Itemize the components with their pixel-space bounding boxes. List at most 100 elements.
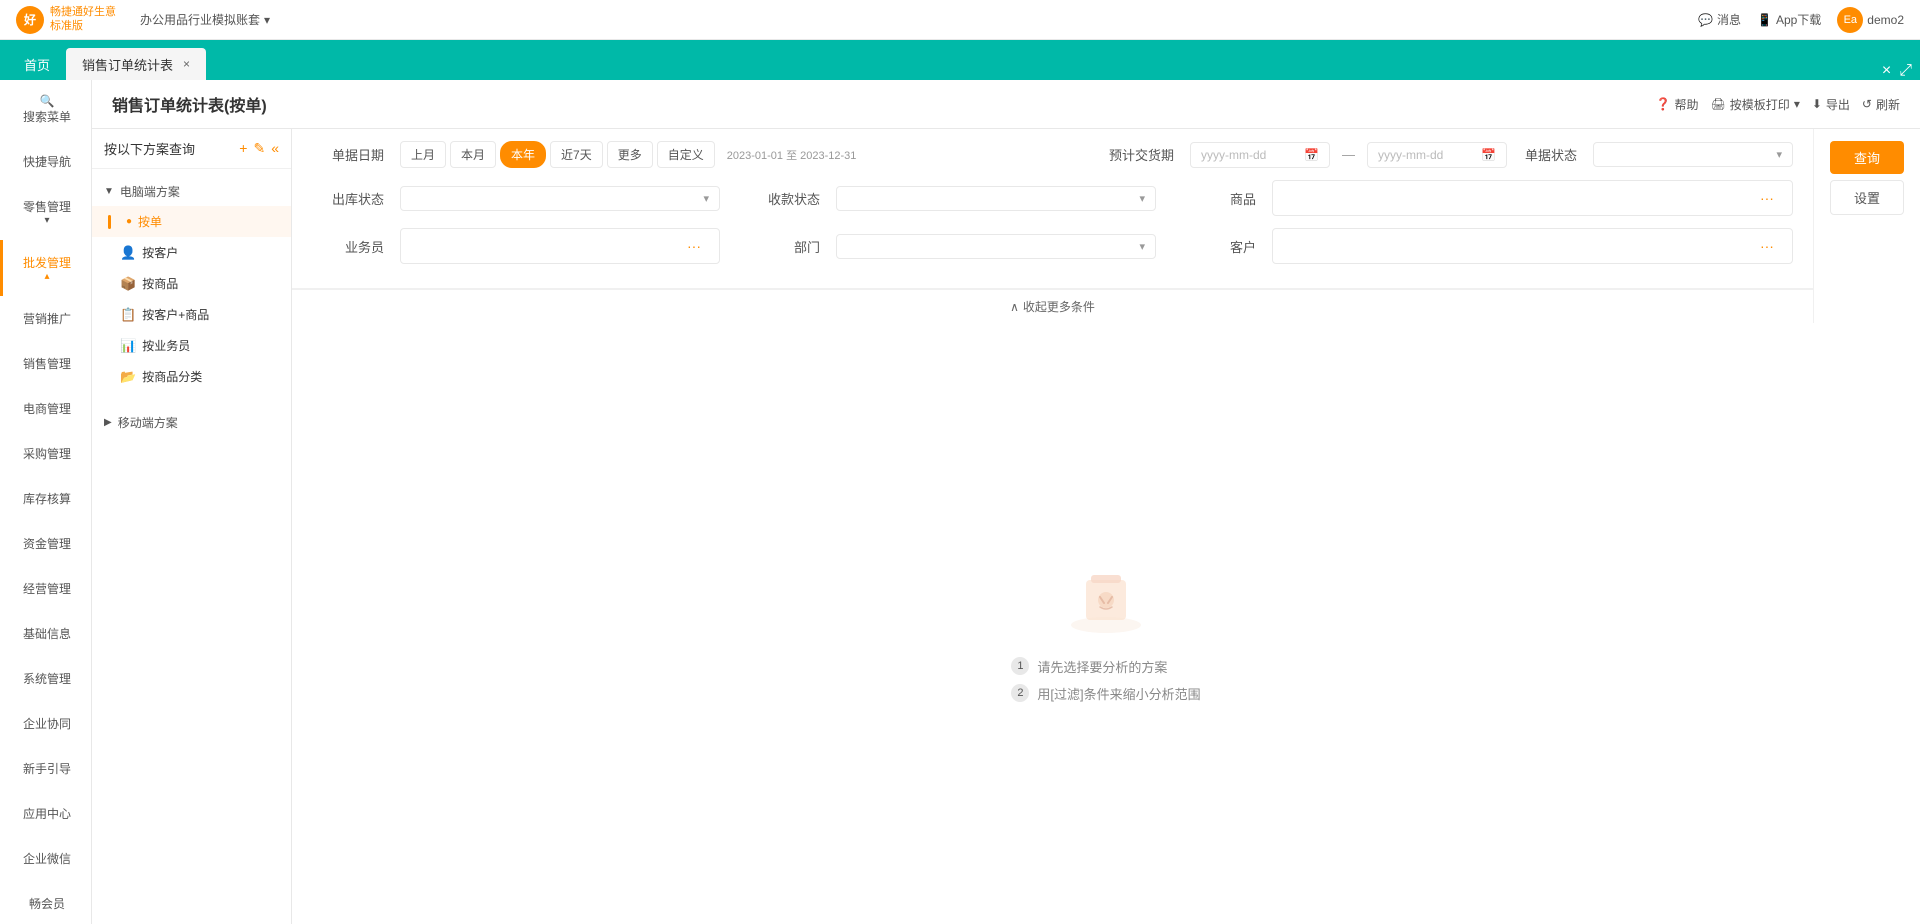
avatar: Ea xyxy=(1837,7,1863,33)
top-bar: 好 畅捷通好生意 标准版 办公用品行业模拟账套 ▾ 💬 消息 📱 App下载 E… xyxy=(0,0,1920,40)
salesperson-input[interactable]: ··· xyxy=(400,228,720,264)
sidebar-item-search[interactable]: 🔍 搜索菜单 xyxy=(0,80,91,139)
scheme-item-by-customer[interactable]: 👤 按客户 xyxy=(92,237,291,268)
scheme-item-by-salesperson[interactable]: 📊 按业务员 xyxy=(92,330,291,361)
sidebar-item-system[interactable]: 系统管理 xyxy=(0,656,91,701)
add-scheme-button[interactable]: + xyxy=(239,140,247,157)
logo-area: 好 畅捷通好生意 标准版 xyxy=(16,6,116,34)
sidebar-item-marketing[interactable]: 营销推广 xyxy=(0,296,91,341)
category-scheme-icon: 📂 xyxy=(120,369,136,385)
sidebar-item-retail[interactable]: 零售管理 ▾ xyxy=(0,184,91,240)
chevron-down-icon: ▾ xyxy=(1794,97,1800,111)
empty-tip-2: 2 用[过滤]条件来缩小分析范围 xyxy=(1011,684,1200,703)
mobile-section-arrow: ▶ xyxy=(104,417,112,428)
filter-inputs-area: 单据日期 上月 本月 本年 近7天 更多 自定义 2023-01-01 至 20… xyxy=(292,129,1813,323)
page-actions: ❓ 帮助 🖨 按模板打印 ▾ ⬇ 导出 ↺ 刷新 xyxy=(1656,96,1900,125)
top-bar-right: 💬 消息 📱 App下载 Ea demo2 xyxy=(1698,7,1904,33)
sidebar-item-purchase[interactable]: 采购管理 xyxy=(0,431,91,476)
message-button[interactable]: 💬 消息 xyxy=(1698,11,1741,28)
query-button[interactable]: 查询 xyxy=(1830,141,1904,174)
sidebar-item-wechat[interactable]: 企业微信 xyxy=(0,836,91,881)
app-download-button[interactable]: 📱 App下载 xyxy=(1757,11,1821,28)
export-button[interactable]: ⬇ 导出 xyxy=(1812,96,1850,113)
tab-sales-order-stats[interactable]: 销售订单统计表 × xyxy=(66,48,206,80)
tip-num-1: 1 xyxy=(1011,657,1029,675)
calendar-icon: 📅 xyxy=(1304,148,1319,162)
scheme-panel: 按以下方案查询 + ✎ « ▼ 电脑端方案 ● 按单 xyxy=(92,129,292,924)
sidebar: 🔍 搜索菜单 快捷导航 零售管理 ▾ 批发管理 ▴ 营销推广 销售管理 电商管理… xyxy=(0,80,92,924)
shipping-select[interactable]: ▾ xyxy=(400,186,720,211)
export-icon: ⬇ xyxy=(1812,97,1822,111)
sidebar-item-corp[interactable]: 企业协同 xyxy=(0,701,91,746)
print-button[interactable]: 🖨 按模板打印 ▾ xyxy=(1711,96,1800,113)
pc-section-header[interactable]: ▼ 电脑端方案 xyxy=(92,177,291,206)
sidebar-item-inventory[interactable]: 库存核算 xyxy=(0,476,91,521)
window-controls: × ⤢ xyxy=(1882,62,1912,80)
sidebar-item-member[interactable]: 畅会员 xyxy=(0,881,91,924)
salesperson-more-btn[interactable]: ··· xyxy=(679,234,709,258)
content-area: 销售订单统计表(按单) ❓ 帮助 🖨 按模板打印 ▾ ⬇ 导出 ↺ 刷新 xyxy=(92,80,1920,924)
filter-top: 单据日期 上月 本月 本年 近7天 更多 自定义 2023-01-01 至 20… xyxy=(292,129,1920,323)
collapse-button[interactable]: ∧ 收起更多条件 xyxy=(292,289,1813,323)
store-selector[interactable]: 办公用品行业模拟账套 ▾ xyxy=(140,11,270,28)
date-range-text: 2023-01-01 至 2023-12-31 xyxy=(727,147,857,163)
salesperson-scheme-icon: 📊 xyxy=(120,338,136,354)
sidebar-item-sales[interactable]: 销售管理 xyxy=(0,341,91,386)
date-btn-custom[interactable]: 自定义 xyxy=(657,141,715,168)
payment-select[interactable]: ▾ xyxy=(836,186,1156,211)
date-btn-this-year[interactable]: 本年 xyxy=(500,141,546,168)
goods-input[interactable]: ··· xyxy=(1272,180,1793,216)
edit-scheme-button[interactable]: ✎ xyxy=(253,140,265,157)
search-icon: 🔍 xyxy=(3,94,91,108)
sidebar-item-ops[interactable]: 经营管理 xyxy=(0,566,91,611)
sidebar-item-wholesale[interactable]: 批发管理 ▴ xyxy=(0,240,91,296)
date-btn-this-month[interactable]: 本月 xyxy=(450,141,496,168)
dept-chevron: ▾ xyxy=(1139,240,1145,253)
dept-select[interactable]: ▾ xyxy=(836,234,1156,259)
tab-close-button[interactable]: × xyxy=(183,57,190,71)
user-menu-button[interactable]: Ea demo2 xyxy=(1837,7,1904,33)
date-btn-7days[interactable]: 近7天 xyxy=(550,141,603,168)
date-group: 上月 本月 本年 近7天 更多 自定义 2023-01-01 至 2023-12… xyxy=(400,141,1084,168)
maximize-window-icon[interactable]: ⤢ xyxy=(1899,62,1912,80)
sidebar-item-basic[interactable]: 基础信息 xyxy=(0,611,91,656)
settings-button[interactable]: 设置 xyxy=(1830,180,1904,215)
filter-panel: 单据日期 上月 本月 本年 近7天 更多 自定义 2023-01-01 至 20… xyxy=(292,129,1920,924)
sidebar-item-finance[interactable]: 资金管理 xyxy=(0,521,91,566)
sidebar-item-apps[interactable]: 应用中心 xyxy=(0,791,91,836)
date-label: 单据日期 xyxy=(312,145,392,164)
scheme-item-by-order[interactable]: ● 按单 xyxy=(92,206,291,237)
main-layout: 🔍 搜索菜单 快捷导航 零售管理 ▾ 批发管理 ▴ 营销推广 销售管理 电商管理… xyxy=(0,80,1920,924)
goods-label: 商品 xyxy=(1184,189,1264,208)
payment-label: 收款状态 xyxy=(748,189,828,208)
pc-section-label: 电脑端方案 xyxy=(120,183,180,200)
page-title: 销售订单统计表(按单) xyxy=(112,92,267,128)
mobile-section-header[interactable]: ▶ 移动端方案 xyxy=(92,408,291,437)
date-btn-more[interactable]: 更多 xyxy=(607,141,653,168)
logo-text: 畅捷通好生意 标准版 xyxy=(50,6,116,32)
customer-input[interactable]: ··· xyxy=(1272,228,1793,264)
date-btn-last-month[interactable]: 上月 xyxy=(400,141,446,168)
dept-label: 部门 xyxy=(748,237,828,256)
filter-row-date: 单据日期 上月 本月 本年 近7天 更多 自定义 2023-01-01 至 20… xyxy=(312,141,1793,168)
expected-date-from-input[interactable]: yyyy-mm-dd 📅 xyxy=(1190,142,1330,168)
scheme-item-by-customer-goods[interactable]: 📋 按客户+商品 xyxy=(92,299,291,330)
sidebar-item-newbie[interactable]: 新手引导 xyxy=(0,746,91,791)
filter-actions: 查询 设置 xyxy=(1813,129,1920,323)
collapse-scheme-button[interactable]: « xyxy=(271,140,279,157)
scheme-item-by-goods[interactable]: 📦 按商品 xyxy=(92,268,291,299)
customer-more-btn[interactable]: ··· xyxy=(1752,234,1782,258)
scheme-item-by-category[interactable]: 📂 按商品分类 xyxy=(92,361,291,392)
sidebar-item-quicknav[interactable]: 快捷导航 xyxy=(0,139,91,184)
scheme-actions: + ✎ « xyxy=(239,140,279,157)
filter-content: 单据日期 上月 本月 本年 近7天 更多 自定义 2023-01-01 至 20… xyxy=(292,129,1813,289)
goods-more-btn[interactable]: ··· xyxy=(1752,186,1782,210)
tab-home[interactable]: 首页 xyxy=(8,48,66,80)
help-button[interactable]: ❓ 帮助 xyxy=(1656,96,1699,113)
close-window-icon[interactable]: × xyxy=(1882,62,1891,80)
sidebar-item-ecom[interactable]: 电商管理 xyxy=(0,386,91,431)
refresh-button[interactable]: ↺ 刷新 xyxy=(1862,96,1900,113)
status-select[interactable]: ▾ xyxy=(1593,142,1793,167)
mobile-scheme-section: ▶ 移动端方案 xyxy=(92,400,291,445)
expected-date-to-input[interactable]: yyyy-mm-dd 📅 xyxy=(1367,142,1507,168)
